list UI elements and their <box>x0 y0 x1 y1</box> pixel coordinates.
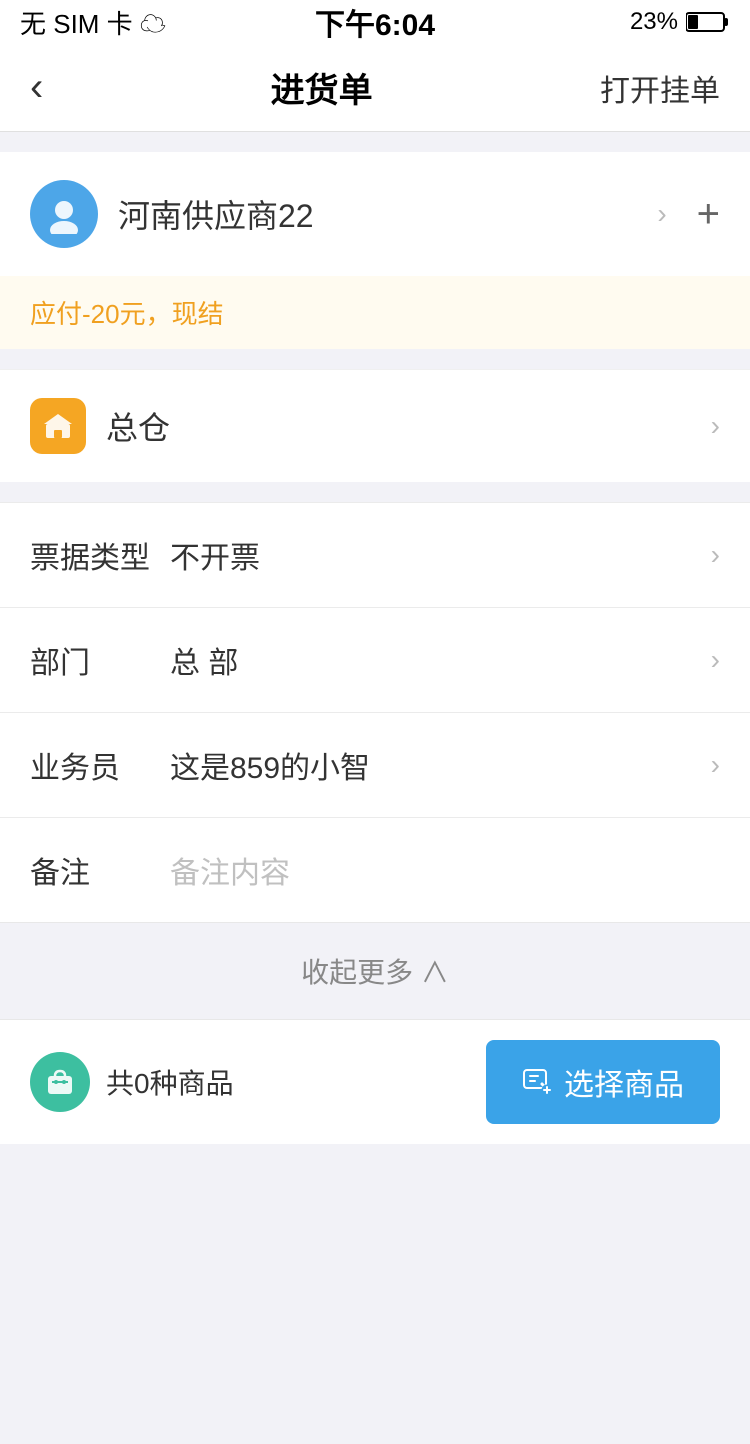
avatar-icon <box>44 194 84 234</box>
back-button[interactable]: ‹ <box>30 65 43 110</box>
bottom-bar: 共0种商品 选择商品 <box>0 1019 750 1144</box>
battery-indicator: 23% <box>630 8 678 36</box>
middle-divider-2 <box>0 482 750 502</box>
warehouse-row[interactable]: 总仓 › <box>0 369 750 482</box>
status-signal: 无 SIM 卡 ☁ <box>20 4 166 41</box>
select-icon <box>522 1068 552 1096</box>
select-product-label: 选择商品 <box>564 1060 684 1104</box>
salesperson-value: 这是859的小智 <box>170 743 701 787</box>
salesperson-chevron-icon: › <box>711 749 720 781</box>
add-supplier-button[interactable]: + <box>697 192 720 237</box>
salesperson-label: 业务员 <box>30 743 170 787</box>
notice-bar: 应付-20元，现结 <box>0 276 750 349</box>
remark-value: 备注内容 <box>170 848 720 892</box>
remark-label: 备注 <box>30 848 170 892</box>
supplier-chevron-icon: › <box>657 198 666 230</box>
status-right-area: 23% <box>630 8 730 36</box>
battery-icon <box>686 11 730 33</box>
status-time: 下午6:04 <box>315 0 435 44</box>
collapse-row[interactable]: 收起更多 ∧ <box>0 922 750 1019</box>
product-count-text: 共0种商品 <box>106 1062 234 1102</box>
product-icon <box>30 1052 90 1112</box>
warehouse-chevron-icon: › <box>711 410 720 442</box>
product-count-area: 共0种商品 <box>30 1052 234 1112</box>
shopping-bag-icon <box>42 1064 78 1100</box>
ticket-type-label: 票据类型 <box>30 533 170 577</box>
open-pending-button[interactable]: 打开挂单 <box>600 66 720 110</box>
top-divider <box>0 132 750 152</box>
background-fill <box>0 1144 750 1444</box>
page-title: 进货单 <box>271 63 373 112</box>
notice-text: 应付-20元，现结 <box>30 299 224 329</box>
warehouse-svg-icon <box>42 410 74 442</box>
select-product-button[interactable]: 选择商品 <box>486 1040 720 1124</box>
salesperson-row[interactable]: 业务员 这是859的小智 › <box>0 712 750 817</box>
status-bar: 无 SIM 卡 ☁ 下午6:04 23% <box>0 0 750 44</box>
supplier-avatar <box>30 180 98 248</box>
supplier-section: 河南供应商22 › + 应付-20元，现结 <box>0 152 750 349</box>
ticket-type-value: 不开票 <box>170 533 701 577</box>
collapse-button[interactable]: 收起更多 ∧ <box>301 951 449 991</box>
nav-bar: ‹ 进货单 打开挂单 <box>0 44 750 132</box>
ticket-type-chevron-icon: › <box>711 539 720 571</box>
warehouse-section: 总仓 › <box>0 369 750 482</box>
warehouse-icon <box>30 398 86 454</box>
supplier-name: 河南供应商22 <box>118 191 657 237</box>
warehouse-name: 总仓 <box>106 403 711 449</box>
department-chevron-icon: › <box>711 644 720 676</box>
ticket-type-row[interactable]: 票据类型 不开票 › <box>0 502 750 607</box>
middle-divider-1 <box>0 349 750 369</box>
form-section: 票据类型 不开票 › 部门 总 部 › 业务员 这是859的小智 › 备注 备注… <box>0 502 750 922</box>
department-label: 部门 <box>30 638 170 682</box>
department-row[interactable]: 部门 总 部 › <box>0 607 750 712</box>
department-value: 总 部 <box>170 638 701 682</box>
supplier-row[interactable]: 河南供应商22 › + <box>0 152 750 276</box>
remark-row[interactable]: 备注 备注内容 <box>0 817 750 922</box>
